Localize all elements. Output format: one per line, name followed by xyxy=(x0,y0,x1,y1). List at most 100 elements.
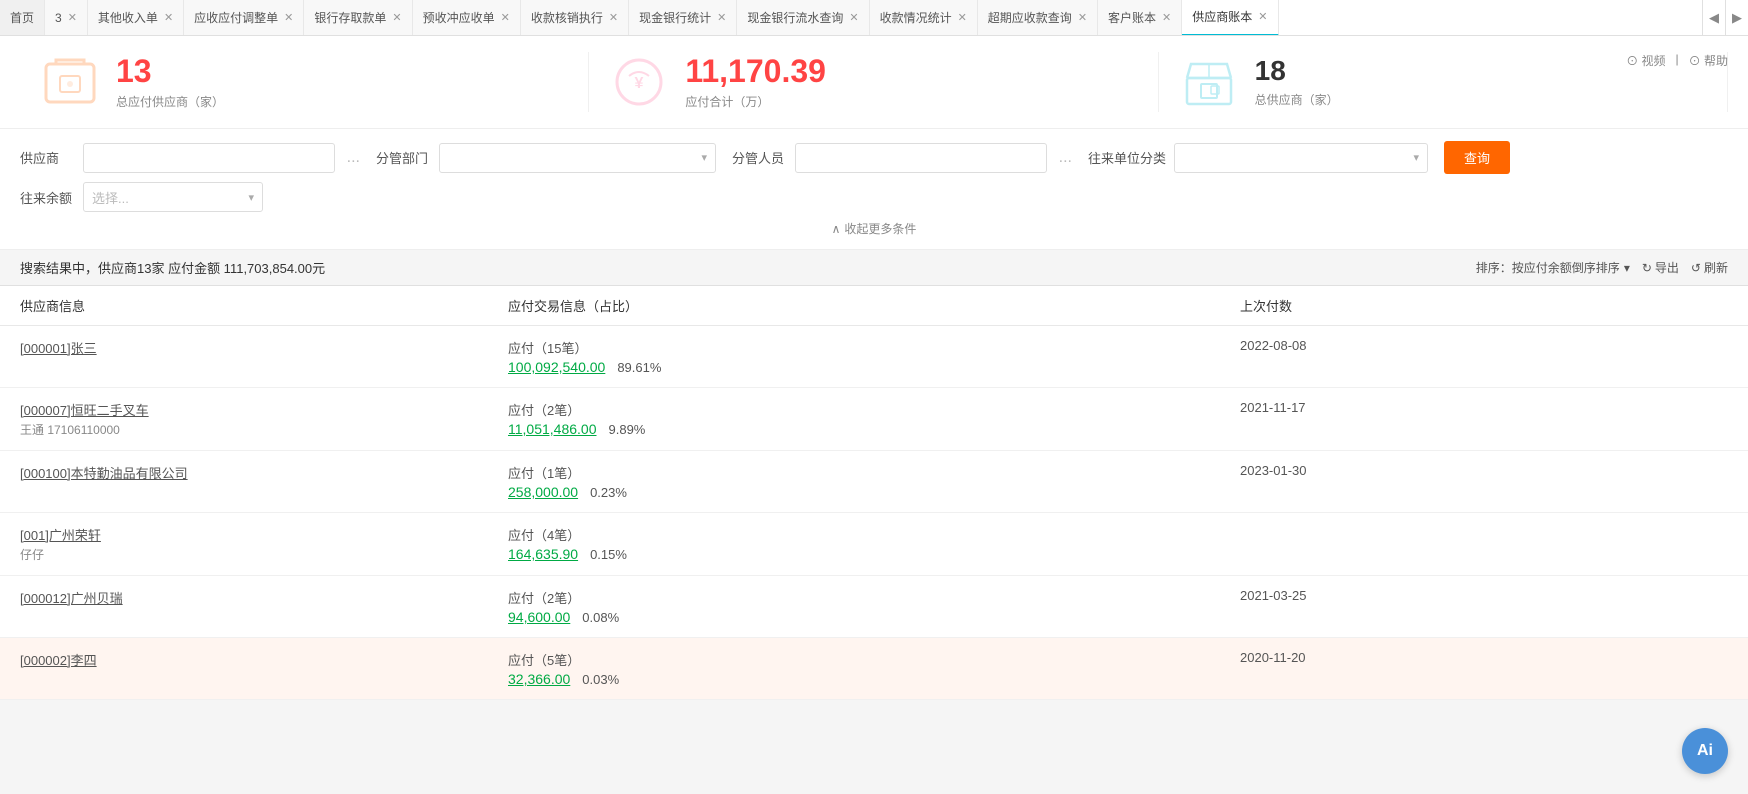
nav-tab-ar-ap-adjust[interactable]: 应收应付调整单 ✕ xyxy=(184,0,304,36)
supplier-info-lisi: [000002]李四 xyxy=(20,650,508,669)
supplier-info-hengwang: [000007]恒旺二手叉车 王通 17106110000 xyxy=(20,400,508,438)
balance-filter-item: 往来余额 选择... ▾ xyxy=(20,182,360,212)
nav-tab-cash-stats[interactable]: 现金银行统计 ✕ xyxy=(629,0,737,36)
transaction-percent-bente: 0.23% xyxy=(590,485,627,500)
help-link[interactable]: ⊙ 帮助 xyxy=(1689,52,1728,69)
table-row: [000002]李四 应付（5笔） 32,366.00 0.03% 2020-1… xyxy=(0,638,1748,700)
sort-icon: ▾ xyxy=(1624,261,1630,275)
summary-card-total-payable: ¥ 11,170.39 应付合计（万） xyxy=(589,52,1158,112)
dept-select[interactable]: ▾ xyxy=(439,143,716,173)
video-link[interactable]: ⊙ 视频 xyxy=(1626,52,1665,69)
person-dots[interactable]: ... xyxy=(1059,149,1072,167)
supplier-link-lisi[interactable]: [000002]李四 xyxy=(20,650,508,669)
nav-tab-overdue[interactable]: 超期应收款查询 ✕ xyxy=(978,0,1098,36)
transaction-amount-lisi[interactable]: 32,366.00 xyxy=(508,671,570,687)
close-ar-ap-adjust-icon[interactable]: ✕ xyxy=(284,11,293,24)
nav-tab-prepay[interactable]: 预收冲应收单 ✕ xyxy=(413,0,521,36)
balance-select-value: 选择... xyxy=(92,188,129,207)
transaction-label-bente: 应付（1笔） xyxy=(508,463,1240,482)
nav-tab-cash-flow[interactable]: 现金银行流水查询 ✕ xyxy=(737,0,869,36)
supplier-filter-item: 供应商 ... xyxy=(20,143,360,173)
nav-tab-collection[interactable]: 收款核销执行 ✕ xyxy=(521,0,629,36)
home-tab-label: 首页 xyxy=(10,9,34,26)
nav-tab-home[interactable]: 首页 xyxy=(0,0,45,36)
refresh-button[interactable]: ↺ 刷新 xyxy=(1691,259,1728,276)
data-table: 供应商信息 应付交易信息（占比） 上次付数 [000001]张三 应付（15笔）… xyxy=(0,286,1748,700)
balance-select-arrow-icon: ▾ xyxy=(248,191,254,204)
nav-tab-receipt-stats[interactable]: 收款情况统计 ✕ xyxy=(870,0,978,36)
supplier-dots[interactable]: ... xyxy=(347,149,360,167)
close-cash-stats-icon[interactable]: ✕ xyxy=(717,11,726,24)
tab3-label: 3 xyxy=(55,11,62,25)
close-supplier-book-icon[interactable]: ✕ xyxy=(1258,10,1267,23)
nav-tab-supplier-book[interactable]: 供应商账本 ✕ xyxy=(1182,0,1278,36)
export-icon: ↻ xyxy=(1642,261,1652,275)
transaction-amount-rongxuan[interactable]: 164,635.90 xyxy=(508,546,578,562)
balance-select[interactable]: 选择... ▾ xyxy=(83,182,263,212)
overdue-label: 超期应收款查询 xyxy=(988,9,1072,26)
supplier-info-zhangsan: [000001]张三 xyxy=(20,338,508,357)
sort-button[interactable]: 排序：按应付余额倒序排序 ▾ xyxy=(1476,259,1630,276)
nav-tab-other-income[interactable]: 其他收入单 ✕ xyxy=(88,0,184,36)
category-filter-label: 往来单位分类 xyxy=(1088,148,1166,167)
close-receipt-stats-icon[interactable]: ✕ xyxy=(958,11,967,24)
nav-scroll-right-btn[interactable]: ▶ xyxy=(1725,0,1748,36)
close-bank-icon[interactable]: ✕ xyxy=(392,11,401,24)
close-tab-3-icon[interactable]: ✕ xyxy=(68,11,77,24)
supplier-link-hengwang[interactable]: [000007]恒旺二手叉车 xyxy=(20,400,508,419)
supplier-input[interactable] xyxy=(83,143,335,173)
table-row: [000001]张三 应付（15笔） 100,092,540.00 89.61%… xyxy=(0,326,1748,388)
dept-select-arrow-icon: ▾ xyxy=(701,151,707,164)
supplier-link-rongxuan[interactable]: [001]广州荣轩 xyxy=(20,525,508,544)
nav-tab-customer-book[interactable]: 客户账本 ✕ xyxy=(1098,0,1182,36)
summary-section: 13 总应付供应商（家） ¥ 11,170.39 应付合计（万） xyxy=(0,36,1748,129)
close-other-income-icon[interactable]: ✕ xyxy=(164,11,173,24)
transaction-amount-zhangsan[interactable]: 100,092,540.00 xyxy=(508,359,605,375)
table-row: [000007]恒旺二手叉车 王通 17106110000 应付（2笔） 11,… xyxy=(0,388,1748,451)
transaction-percent-beiri: 0.08% xyxy=(582,610,619,625)
lastpay-hengwang: 2021-11-17 xyxy=(1240,400,1728,415)
collapse-btn[interactable]: ∧ 收起更多条件 xyxy=(20,220,1728,237)
close-cash-flow-icon[interactable]: ✕ xyxy=(849,11,858,24)
close-overdue-icon[interactable]: ✕ xyxy=(1078,11,1087,24)
export-button[interactable]: ↻ 导出 xyxy=(1642,259,1679,276)
ar-ap-adjust-label: 应收应付调整单 xyxy=(194,9,278,26)
ai-badge[interactable]: Ai xyxy=(1682,728,1728,774)
results-bar: 搜索结果中，供应商13家 应付金额 111,703,854.00元 排序：按应付… xyxy=(0,250,1748,286)
category-select-arrow-icon: ▾ xyxy=(1413,151,1419,164)
supplier-link-bente[interactable]: [000100]本特勤油品有限公司 xyxy=(20,463,508,482)
results-right-actions: 排序：按应付余额倒序排序 ▾ ↻ 导出 ↺ 刷新 xyxy=(1476,259,1728,276)
nav-tab-3[interactable]: 3 ✕ xyxy=(45,0,88,36)
transaction-info-zhangsan: 应付（15笔） 100,092,540.00 89.61% xyxy=(508,338,1240,375)
transaction-amount-bente[interactable]: 258,000.00 xyxy=(508,484,578,500)
transaction-info-lisi: 应付（5笔） 32,366.00 0.03% xyxy=(508,650,1240,687)
balance-filter-label: 往来余额 xyxy=(20,188,75,207)
transaction-amount-hengwang[interactable]: 11,051,486.00 xyxy=(508,421,597,437)
nav-tab-bank[interactable]: 银行存取款单 ✕ xyxy=(304,0,412,36)
supplier-book-label: 供应商账本 xyxy=(1192,8,1252,25)
nav-scroll-left-btn[interactable]: ◀ xyxy=(1702,0,1725,36)
transaction-amount-beiri[interactable]: 94,600.00 xyxy=(508,609,570,625)
query-button[interactable]: 查询 xyxy=(1444,141,1510,174)
transaction-label-hengwang: 应付（2笔） xyxy=(508,400,1240,419)
supplier-icon xyxy=(40,52,100,112)
transaction-info-beiri: 应付（2笔） 94,600.00 0.08% xyxy=(508,588,1240,625)
close-customer-book-icon[interactable]: ✕ xyxy=(1162,11,1171,24)
person-input[interactable] xyxy=(795,143,1047,173)
close-collection-icon[interactable]: ✕ xyxy=(609,11,618,24)
table-row: [000012]广州贝瑞 应付（2笔） 94,600.00 0.08% 2021… xyxy=(0,576,1748,638)
svg-text:¥: ¥ xyxy=(635,75,644,92)
close-prepay-icon[interactable]: ✕ xyxy=(501,11,510,24)
bank-label: 银行存取款单 xyxy=(314,9,386,26)
supplier-link-zhangsan[interactable]: [000001]张三 xyxy=(20,338,508,357)
lastpay-zhangsan: 2022-08-08 xyxy=(1240,338,1728,353)
collapse-label: 收起更多条件 xyxy=(844,220,916,237)
lastpay-lisi: 2020-11-20 xyxy=(1240,650,1728,665)
transaction-info-hengwang: 应付（2笔） 11,051,486.00 9.89% xyxy=(508,400,1240,437)
supplier-link-beiri[interactable]: [000012]广州贝瑞 xyxy=(20,588,508,607)
customer-book-label: 客户账本 xyxy=(1108,9,1156,26)
category-select[interactable]: ▾ xyxy=(1174,143,1428,173)
person-filter-item: 分管人员 ... xyxy=(732,143,1072,173)
cash-flow-label: 现金银行流水查询 xyxy=(747,9,843,26)
supplier-filter-label: 供应商 xyxy=(20,148,75,167)
